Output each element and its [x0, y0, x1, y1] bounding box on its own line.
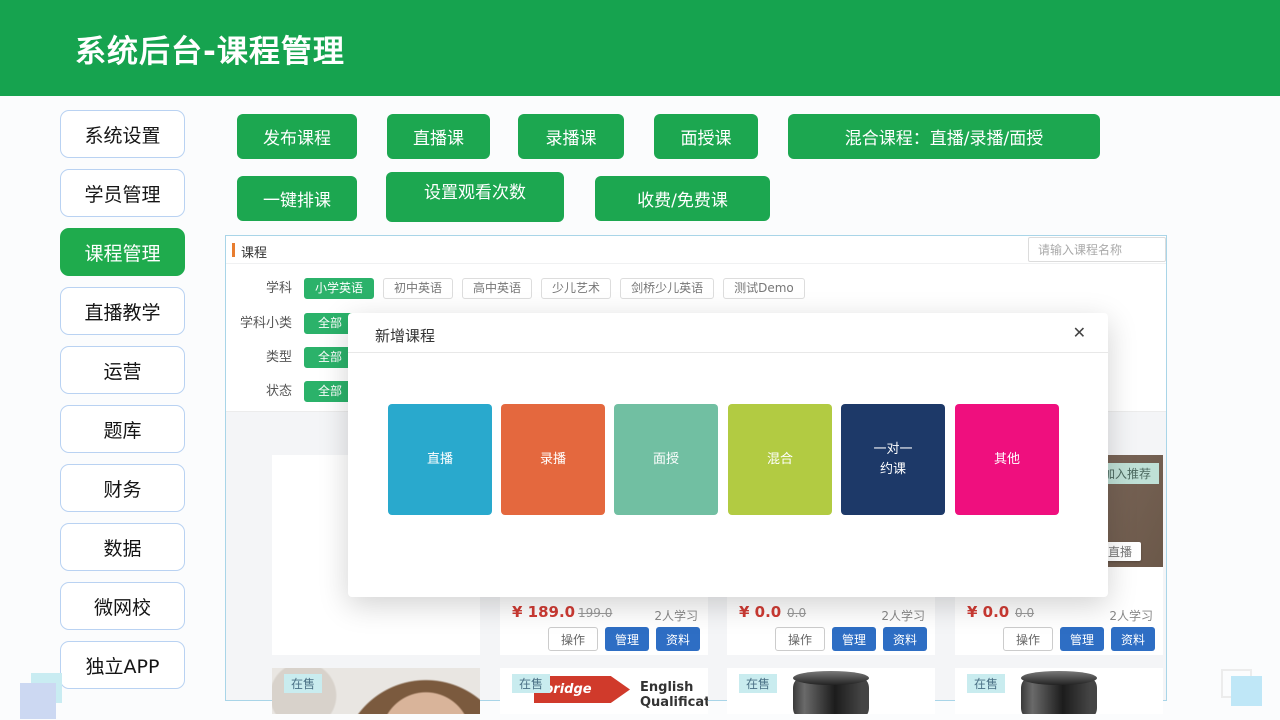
- course-student-count: 2人学习: [881, 607, 925, 624]
- one-click-scheduling-button[interactable]: 一键排课: [237, 176, 357, 221]
- course-manage-button[interactable]: 管理: [832, 627, 876, 651]
- panel-header: 课程: [226, 236, 1166, 264]
- course-student-count: 2人学习: [654, 607, 698, 624]
- course-type-live[interactable]: 直播: [388, 404, 492, 515]
- course-card[interactable]: 在售: [727, 668, 935, 714]
- on-sale-badge: 在售: [739, 674, 777, 693]
- course-original-price: 199.0: [578, 606, 612, 620]
- course-card[interactable]: 在售: [272, 668, 480, 714]
- sidebar-item-student-management[interactable]: 学员管理: [60, 169, 185, 217]
- course-manage-button[interactable]: 管理: [1060, 627, 1104, 651]
- sidebar-item-course-management[interactable]: 课程管理: [60, 228, 185, 276]
- on-sale-badge: 在售: [967, 674, 1005, 693]
- filter-option-primary-english[interactable]: 小学英语: [304, 278, 374, 299]
- modal-divider: [348, 352, 1108, 353]
- course-original-price: 0.0: [1015, 606, 1034, 620]
- sidebar-item-system-settings[interactable]: 系统设置: [60, 110, 185, 158]
- course-type-mixed[interactable]: 混合: [728, 404, 832, 515]
- filter-option-senior-english[interactable]: 高中英语: [462, 278, 532, 299]
- course-material-button[interactable]: 资料: [656, 627, 700, 651]
- mixed-course-button[interactable]: 混合课程：直播/录播/面授: [788, 114, 1100, 159]
- course-type-other[interactable]: 其他: [955, 404, 1059, 515]
- course-manage-button[interactable]: 管理: [605, 627, 649, 651]
- filter-label-subcategory: 学科小类: [226, 313, 292, 334]
- on-sale-badge: 在售: [284, 674, 322, 693]
- filter-option-test-demo[interactable]: 测试Demo: [723, 278, 805, 299]
- page: 系统后台-课程管理 系统设置 学员管理 课程管理 直播教学 运营 题库 财务 数…: [0, 0, 1280, 720]
- course-price: ¥ 189.0: [512, 603, 575, 621]
- panel-title: 课程: [241, 242, 267, 261]
- close-icon[interactable]: ✕: [1073, 323, 1086, 342]
- filter-option-cambridge-english[interactable]: 剑桥少儿英语: [620, 278, 714, 299]
- course-type-recorded[interactable]: 录播: [501, 404, 605, 515]
- filter-label-status: 状态: [226, 381, 292, 402]
- sidebar-item-question-bank[interactable]: 题库: [60, 405, 185, 453]
- product-thumbnail: [1021, 678, 1097, 714]
- course-price: ¥ 0.0: [739, 603, 781, 621]
- decoration-square: [1231, 676, 1262, 706]
- paid-free-course-button[interactable]: 收费/免费课: [595, 176, 770, 221]
- decoration-square: [20, 683, 56, 719]
- course-card[interactable]: 在售 bridge English Qualifications: [500, 668, 708, 714]
- course-action-button[interactable]: 操作: [775, 627, 825, 651]
- add-course-modal: 新增课程 ✕ 直播 录播 面授 混合 一对一约课 其他: [348, 313, 1108, 597]
- search-input[interactable]: [1028, 237, 1166, 262]
- course-material-button[interactable]: 资料: [1111, 627, 1155, 651]
- sidebar-item-data[interactable]: 数据: [60, 523, 185, 571]
- recorded-course-button[interactable]: 录播课: [518, 114, 624, 159]
- in-person-course-button[interactable]: 面授课: [654, 114, 758, 159]
- course-original-price: 0.0: [787, 606, 806, 620]
- modal-title: 新增课程: [375, 325, 435, 346]
- course-card[interactable]: 在售: [955, 668, 1163, 714]
- sidebar-item-live-teaching[interactable]: 直播教学: [60, 287, 185, 335]
- course-material-button[interactable]: 资料: [883, 627, 927, 651]
- sidebar-item-finance[interactable]: 财务: [60, 464, 185, 512]
- page-title: 系统后台-课程管理: [75, 26, 345, 71]
- filter-row-subject: 小学英语 初中英语 高中英语 少儿艺术 剑桥少儿英语 测试Demo: [304, 278, 805, 299]
- filter-label-type: 类型: [226, 347, 292, 368]
- course-action-button[interactable]: 操作: [1003, 627, 1053, 651]
- course-type-in-person[interactable]: 面授: [614, 404, 718, 515]
- course-action-button[interactable]: 操作: [548, 627, 598, 651]
- sidebar-item-standalone-app[interactable]: 独立APP: [60, 641, 185, 689]
- sidebar-item-operations[interactable]: 运营: [60, 346, 185, 394]
- live-course-button[interactable]: 直播课: [387, 114, 490, 159]
- sidebar-item-micro-school[interactable]: 微网校: [60, 582, 185, 630]
- course-price: ¥ 0.0: [967, 603, 1009, 621]
- course-student-count: 2人学习: [1109, 607, 1153, 624]
- product-thumbnail: [793, 678, 869, 714]
- filter-label-subject: 学科: [226, 278, 292, 299]
- cambridge-logo-text: English Qualifications: [640, 680, 708, 710]
- course-type-one-on-one[interactable]: 一对一约课: [841, 404, 945, 515]
- set-view-count-button[interactable]: 设置观看次数: [386, 172, 564, 222]
- publish-course-button[interactable]: 发布课程: [237, 114, 357, 159]
- app-header: 系统后台-课程管理: [0, 0, 1280, 96]
- filter-option-children-art[interactable]: 少儿艺术: [541, 278, 611, 299]
- filter-option-junior-english[interactable]: 初中英语: [383, 278, 453, 299]
- on-sale-badge: 在售: [512, 674, 550, 693]
